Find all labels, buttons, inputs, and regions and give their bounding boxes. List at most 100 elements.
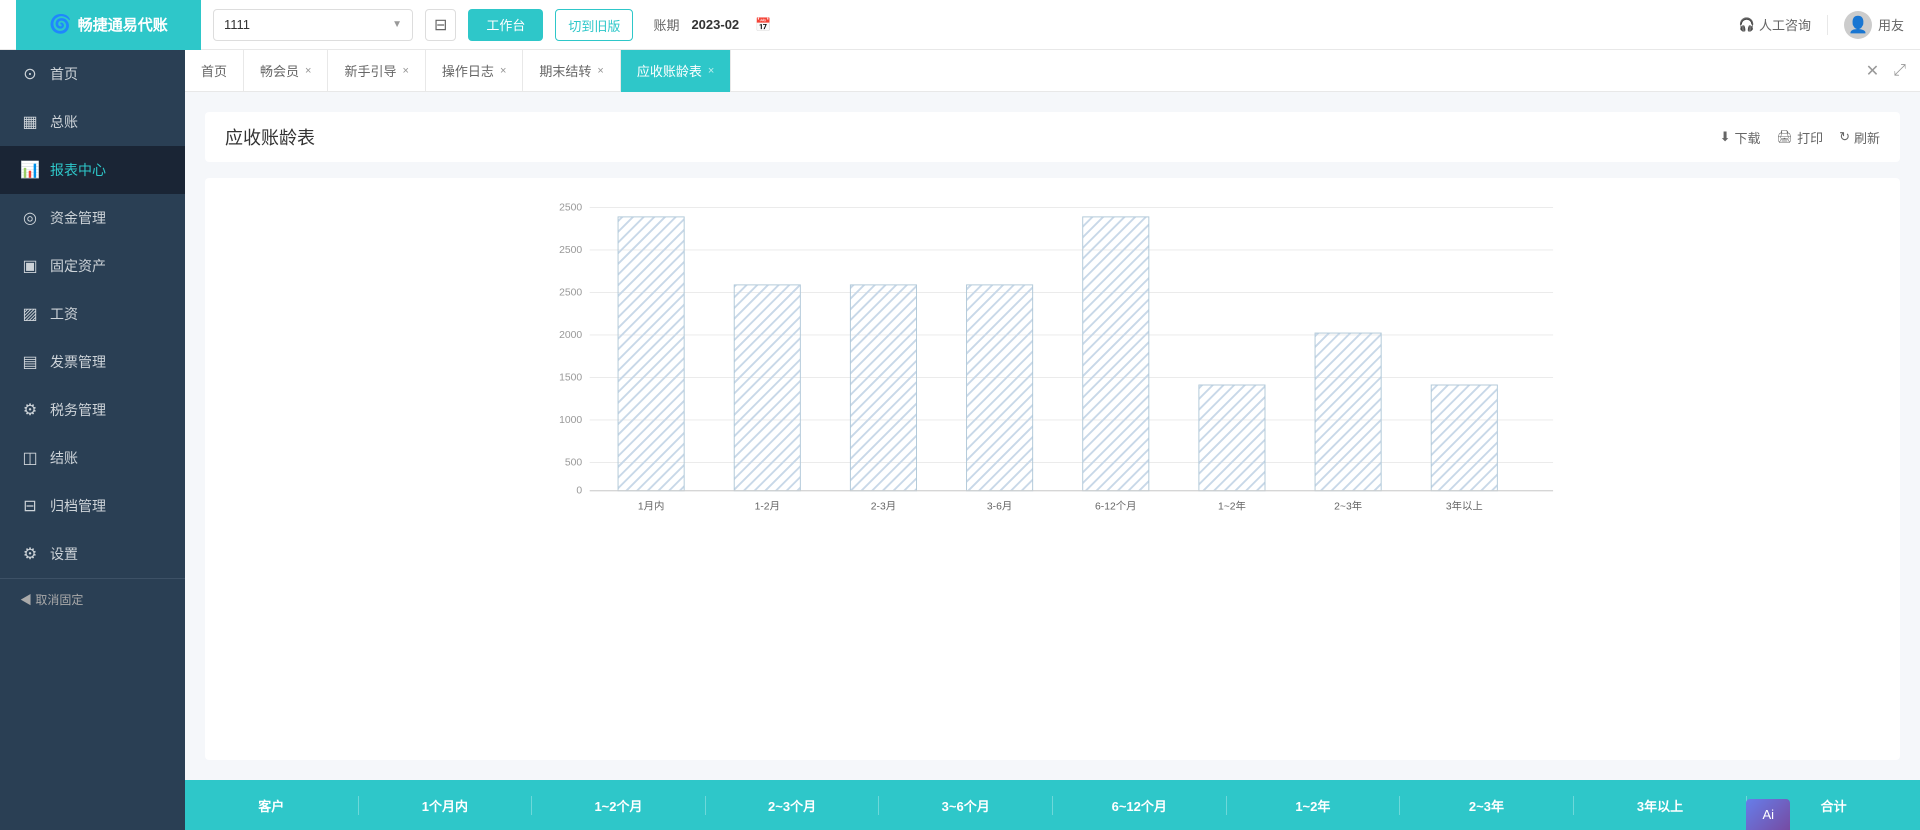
sidebar: ⊙ 首页 ▦ 总账 📊 报表中心 ◎ 资金管理 ▣ 固定资产 ▨ 工资 ▤ 发票…	[0, 50, 185, 830]
table-header-customer: 客户	[185, 796, 359, 815]
sidebar-item-tax[interactable]: ⚙ 税务管理	[0, 386, 185, 434]
sidebar-item-ledger[interactable]: ▦ 总账	[0, 98, 185, 146]
tab-log[interactable]: 操作日志 ×	[426, 50, 523, 92]
table-header-6-12m: 6~12个月	[1053, 796, 1227, 815]
sidebar-item-settings[interactable]: ⚙ 设置	[0, 530, 185, 578]
sidebar-item-payroll[interactable]: ▨ 工资	[0, 290, 185, 338]
divider	[1827, 15, 1828, 35]
svg-text:1-2月: 1-2月	[755, 501, 780, 513]
home-icon: ⊙	[20, 64, 40, 84]
tab-guide-label: 新手引导	[344, 61, 396, 80]
table-header-1-2y: 1~2年	[1227, 796, 1401, 815]
sidebar-item-label: 工资	[50, 304, 78, 324]
tab-log-close[interactable]: ×	[500, 65, 506, 77]
logo-text: 畅捷通易代账	[78, 14, 168, 35]
period-calendar-icon[interactable]: 📅	[755, 17, 771, 33]
tab-member[interactable]: 畅会员 ×	[244, 50, 328, 92]
svg-text:0: 0	[576, 486, 582, 497]
svg-text:6-12个月: 6-12个月	[1095, 501, 1137, 513]
tab-actions: ✕ ⤢	[1860, 57, 1920, 85]
avatar: 👤	[1844, 11, 1872, 39]
sidebar-item-label: 总账	[50, 112, 78, 132]
tab-guide[interactable]: 新手引导 ×	[328, 50, 425, 92]
download-label: 下载	[1735, 128, 1761, 147]
page-content: 应收账龄表 ⬇ 下载 🖨 打印 ↻ 刷新	[185, 92, 1920, 780]
sidebar-item-invoice[interactable]: ▤ 发票管理	[0, 338, 185, 386]
user-button[interactable]: 👤 用友	[1844, 11, 1904, 39]
workbench-button[interactable]: 工作台	[468, 9, 543, 41]
svg-text:3年以上: 3年以上	[1446, 500, 1483, 513]
tab-log-label: 操作日志	[442, 61, 494, 80]
page-actions: ⬇ 下载 🖨 打印 ↻ 刷新	[1720, 128, 1880, 147]
copy-button[interactable]: ⊟	[425, 9, 456, 41]
sidebar-item-label: 归档管理	[50, 496, 106, 516]
tab-close-all-button[interactable]: ✕	[1860, 57, 1885, 85]
tab-ar-aging-label: 应收账龄表	[637, 61, 702, 80]
sidebar-item-assets[interactable]: ▣ 固定资产	[0, 242, 185, 290]
switch-version-button[interactable]: 切到旧版	[555, 9, 633, 41]
svg-text:1000: 1000	[559, 415, 582, 426]
svg-text:3-6月: 3-6月	[987, 501, 1012, 513]
print-label: 打印	[1797, 128, 1823, 147]
cancel-fixed-button[interactable]: ◀ 取消固定	[0, 578, 185, 620]
tab-period-end[interactable]: 期末结转 ×	[523, 50, 620, 92]
settings-icon: ⚙	[20, 544, 40, 564]
bar-chart: 2500 2500 2500 2000 1500 1000 500 0	[225, 198, 1880, 538]
sidebar-item-label: 发票管理	[50, 352, 106, 372]
tab-guide-close[interactable]: ×	[402, 65, 408, 77]
tab-ar-aging[interactable]: 应收账龄表 ×	[621, 50, 731, 92]
header-right: 🎧 人工咨询 👤 用友	[1739, 11, 1904, 39]
sidebar-item-label: 资金管理	[50, 208, 106, 228]
sidebar-item-label: 固定资产	[50, 256, 106, 276]
svg-text:2500: 2500	[559, 245, 582, 256]
main-layout: ⊙ 首页 ▦ 总账 📊 报表中心 ◎ 资金管理 ▣ 固定资产 ▨ 工资 ▤ 发票…	[0, 50, 1920, 830]
tab-ar-aging-close[interactable]: ×	[708, 65, 714, 77]
user-label: 用友	[1878, 15, 1904, 34]
sidebar-item-funds[interactable]: ◎ 资金管理	[0, 194, 185, 242]
tab-expand-button[interactable]: ⤢	[1887, 58, 1912, 84]
svg-text:1月内: 1月内	[638, 500, 665, 513]
table-header-1m: 1个月内	[359, 796, 533, 815]
tax-icon: ⚙	[20, 400, 40, 420]
svg-text:2500: 2500	[559, 202, 582, 213]
svg-text:1500: 1500	[559, 372, 582, 383]
page-title: 应收账龄表	[225, 124, 315, 150]
page-header: 应收账龄表 ⬇ 下载 🖨 打印 ↻ 刷新	[205, 112, 1900, 162]
sidebar-item-reports[interactable]: 📊 报表中心	[0, 146, 185, 194]
download-button[interactable]: ⬇ 下载	[1720, 128, 1761, 147]
sidebar-item-label: 报表中心	[50, 160, 106, 180]
company-selector[interactable]: 1111 ▼	[213, 9, 413, 41]
content-area: 首页 畅会员 × 新手引导 × 操作日志 × 期末结转 × 应收账龄表 ×	[185, 50, 1920, 830]
tab-member-label: 畅会员	[260, 61, 299, 80]
tab-period-end-label: 期末结转	[539, 61, 591, 80]
funds-icon: ◎	[20, 208, 40, 228]
tab-member-close[interactable]: ×	[305, 65, 311, 77]
chart-container: 2500 2500 2500 2000 1500 1000 500 0	[205, 178, 1900, 760]
sidebar-item-label: 设置	[50, 544, 78, 564]
assets-icon: ▣	[20, 256, 40, 276]
dropdown-arrow-icon: ▼	[392, 19, 402, 30]
sidebar-item-home[interactable]: ⊙ 首页	[0, 50, 185, 98]
sidebar-item-checkout[interactable]: ◫ 结账	[0, 434, 185, 482]
svg-text:2-3月: 2-3月	[871, 501, 896, 513]
period-label: 账期	[653, 15, 679, 34]
ledger-icon: ▦	[20, 112, 40, 132]
sidebar-item-archive[interactable]: ⊟ 归档管理	[0, 482, 185, 530]
tab-home[interactable]: 首页	[185, 50, 244, 92]
company-name: 1111	[224, 17, 386, 32]
refresh-button[interactable]: ↻ 刷新	[1839, 128, 1880, 147]
consult-button[interactable]: 🎧 人工咨询	[1739, 15, 1811, 34]
svg-text:500: 500	[565, 457, 583, 468]
tab-period-end-close[interactable]: ×	[597, 65, 603, 77]
table-header-1-2m: 1~2个月	[532, 796, 706, 815]
payroll-icon: ▨	[20, 304, 40, 324]
svg-text:2000: 2000	[559, 330, 582, 341]
logo-icon: 🌀	[49, 14, 71, 35]
ai-badge[interactable]: Ai	[1746, 799, 1790, 830]
refresh-icon: ↻	[1839, 129, 1850, 145]
svg-text:1~2年: 1~2年	[1218, 500, 1246, 513]
headset-icon: 🎧	[1739, 17, 1755, 33]
print-button[interactable]: 🖨 打印	[1777, 128, 1824, 147]
refresh-label: 刷新	[1854, 128, 1880, 147]
archive-icon: ⊟	[20, 496, 40, 516]
